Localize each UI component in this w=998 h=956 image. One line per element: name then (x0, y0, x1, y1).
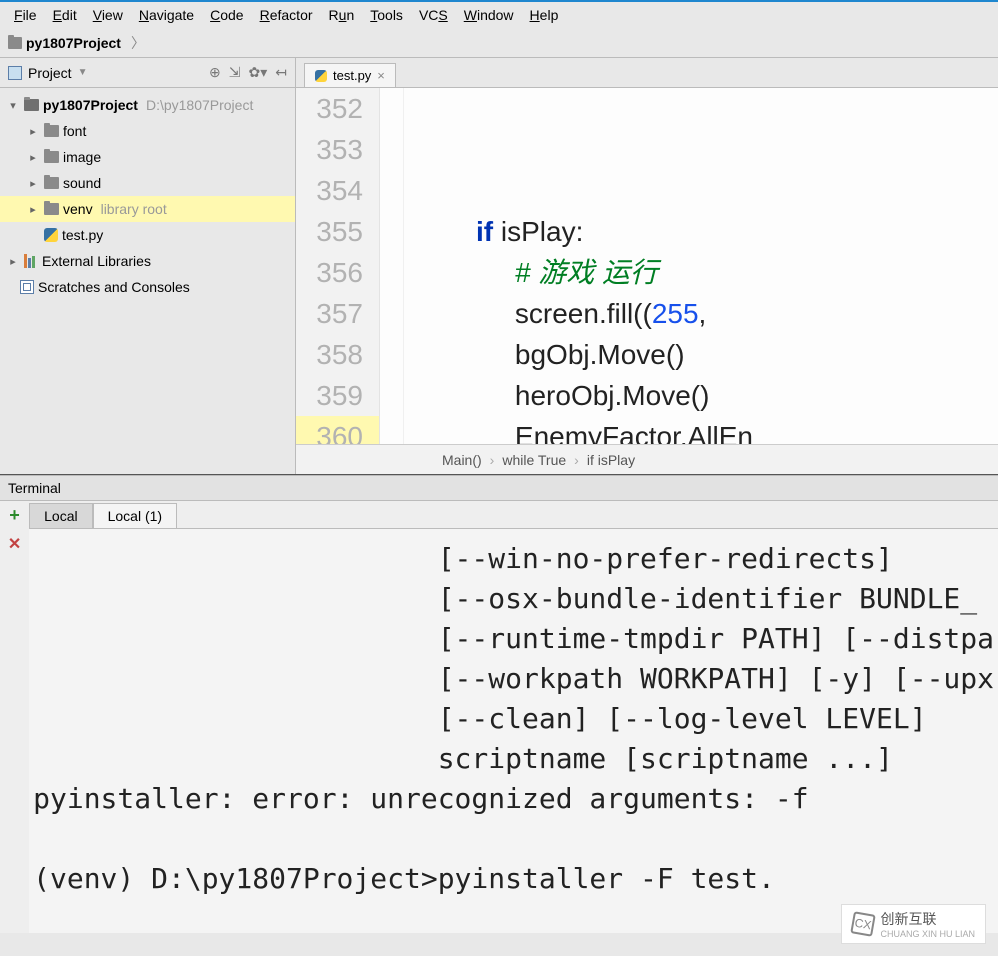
terminal-tab-local1[interactable]: Local (1) (93, 503, 177, 528)
tree-label: Scratches and Consoles (38, 279, 190, 295)
watermark-sub: CHUANG XIN HU LIAN (880, 929, 975, 939)
project-sidebar: Project ▼ ⊕ ⇲ ✿▾ ↤ ▾ py1807Project D:\py… (0, 58, 296, 474)
tree-label: font (63, 123, 86, 139)
tree-item-font[interactable]: ▸ font (0, 118, 295, 144)
menu-refactor[interactable]: Refactor (252, 5, 321, 25)
terminal-output[interactable]: [--win-no-prefer-redirects] [--osx-bundl… (29, 529, 998, 933)
python-file-icon (315, 70, 327, 82)
chevron-right-icon[interactable]: ▸ (26, 203, 40, 216)
tree-scratches[interactable]: Scratches and Consoles (0, 274, 295, 300)
tree-label: image (63, 149, 101, 165)
chevron-right-icon[interactable]: ▸ (26, 177, 40, 190)
code-text[interactable]: if isPlay: # 游戏 运行 screen.fill((255, bgO… (404, 88, 998, 444)
scratch-icon (20, 280, 34, 294)
folder-icon (44, 203, 59, 215)
folder-icon (44, 177, 59, 189)
breadcrumb-root-label: py1807Project (26, 35, 121, 51)
nav-item[interactable]: if isPlay (587, 452, 635, 468)
project-icon (8, 66, 22, 80)
chevron-right-icon: › (490, 452, 495, 468)
menu-view[interactable]: View (85, 5, 131, 25)
code-area[interactable]: 352 353 354 355 356 357 358 359 360 if i… (296, 88, 998, 444)
gear-icon[interactable]: ✿▾ (249, 64, 268, 81)
line-gutter: 352 353 354 355 356 357 358 359 360 (296, 88, 380, 444)
menu-edit[interactable]: Edit (45, 5, 85, 25)
target-icon[interactable]: ⊕ (209, 64, 221, 81)
terminal-tab-local[interactable]: Local (29, 503, 92, 528)
breadcrumb-root[interactable]: py1807Project 〉 (8, 33, 145, 53)
watermark-main: 创新互联 (880, 909, 975, 929)
editor-tab-label: test.py (333, 68, 371, 83)
dropdown-icon[interactable]: ▼ (78, 67, 88, 78)
breadcrumb-bar: py1807Project 〉 (0, 28, 998, 58)
tree-label: venv (63, 201, 93, 217)
tree-item-testpy[interactable]: test.py (0, 222, 295, 248)
sidebar-header: Project ▼ ⊕ ⇲ ✿▾ ↤ (0, 58, 295, 88)
chevron-right-icon[interactable]: ▸ (26, 125, 40, 138)
fold-gutter (380, 88, 404, 444)
project-tree: ▾ py1807Project D:\py1807Project ▸ font … (0, 88, 295, 304)
menu-vcs[interactable]: VCS (411, 5, 456, 25)
nav-item[interactable]: Main() (442, 452, 482, 468)
tree-item-sound[interactable]: ▸ sound (0, 170, 295, 196)
nav-breadcrumb: Main() › while True › if isPlay (296, 444, 998, 474)
editor-tab-testpy[interactable]: test.py × (304, 63, 396, 87)
menu-file[interactable]: File (6, 5, 45, 25)
tree-item-image[interactable]: ▸ image (0, 144, 295, 170)
hide-icon[interactable]: ↤ (275, 64, 287, 81)
nav-item[interactable]: while True (502, 452, 566, 468)
terminal-header[interactable]: Terminal (0, 475, 998, 501)
tree-root-name: py1807Project (43, 97, 138, 113)
terminal-panel: Terminal + ✕ Local Local (1) [--win-no-p… (0, 474, 998, 933)
menu-code[interactable]: Code (202, 5, 251, 25)
tree-label: External Libraries (42, 253, 151, 269)
folder-icon (8, 37, 22, 49)
tree-external-libraries[interactable]: ▸ External Libraries (0, 248, 295, 274)
close-icon[interactable]: × (377, 68, 385, 83)
tree-root[interactable]: ▾ py1807Project D:\py1807Project (0, 92, 295, 118)
sidebar-title: Project (28, 65, 72, 81)
menu-help[interactable]: Help (522, 5, 567, 25)
editor-area: test.py × 352 353 354 355 356 357 358 35… (296, 58, 998, 474)
menu-tools[interactable]: Tools (362, 5, 411, 25)
menu-navigate[interactable]: Navigate (131, 5, 202, 25)
chevron-right-icon[interactable]: ▸ (6, 255, 20, 268)
add-terminal-icon[interactable]: + (9, 505, 20, 526)
folder-icon (24, 99, 39, 111)
menu-run[interactable]: Run (321, 5, 363, 25)
menu-window[interactable]: Window (456, 5, 522, 25)
terminal-tabs: Local Local (1) (29, 501, 998, 529)
menubar: File Edit View Navigate Code Refactor Ru… (0, 0, 998, 28)
tree-label: test.py (62, 227, 103, 243)
chevron-down-icon[interactable]: ▾ (6, 99, 20, 112)
terminal-title: Terminal (8, 480, 61, 496)
collapse-icon[interactable]: ⇲ (229, 64, 241, 81)
editor-tabs: test.py × (296, 58, 998, 88)
watermark-logo-icon: CX (851, 911, 876, 936)
folder-icon (44, 151, 59, 163)
chevron-right-icon: › (574, 452, 579, 468)
terminal-sidebar: + ✕ (0, 501, 29, 933)
folder-icon (44, 125, 59, 137)
chevron-right-icon[interactable]: ▸ (26, 151, 40, 164)
tree-hint: library root (101, 201, 167, 217)
tree-item-venv[interactable]: ▸ venv library root (0, 196, 295, 222)
tree-label: sound (63, 175, 101, 191)
python-file-icon (44, 228, 58, 242)
close-terminal-icon[interactable]: ✕ (8, 534, 21, 554)
library-icon (24, 254, 38, 268)
chevron-right-icon: 〉 (131, 33, 145, 53)
tree-root-path: D:\py1807Project (146, 97, 253, 113)
watermark: CX 创新互联 CHUANG XIN HU LIAN (841, 904, 986, 944)
